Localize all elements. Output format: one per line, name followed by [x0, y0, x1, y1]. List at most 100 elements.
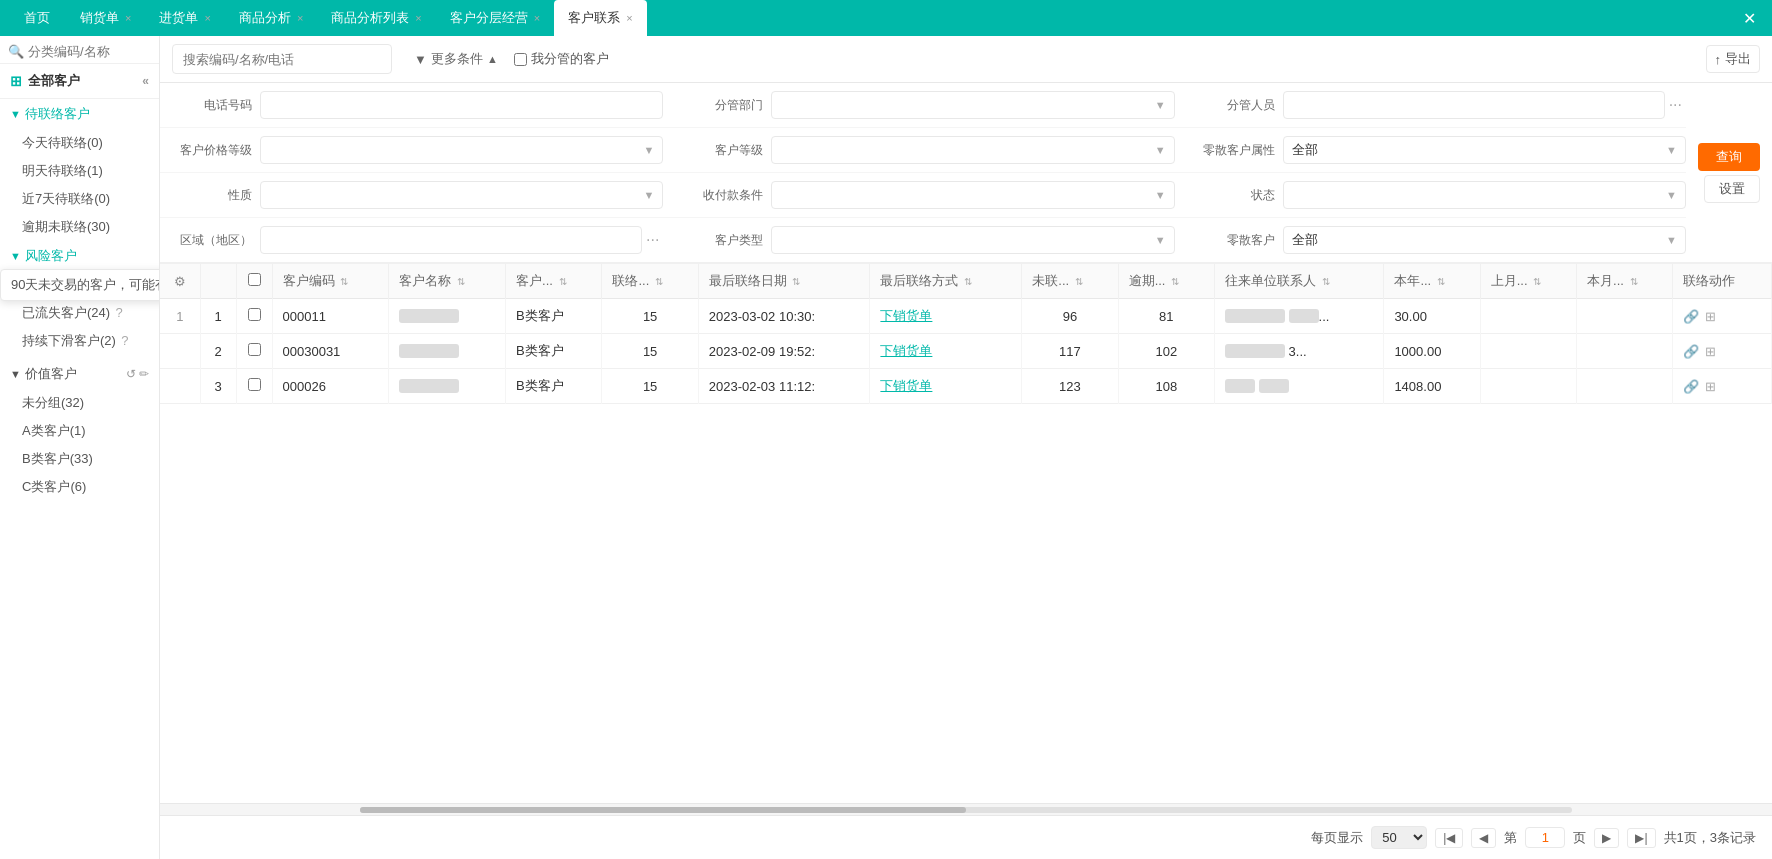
payment-select[interactable]: ▼ [771, 181, 1174, 209]
my-customers-checkbox-label[interactable]: 我分管的客户 [514, 50, 609, 68]
close-purchase-order-icon[interactable]: × [204, 12, 210, 24]
row3-last-method[interactable]: 下销货单 [870, 369, 1022, 404]
scrollbar-thumb[interactable] [360, 807, 966, 813]
this-year-column-header[interactable]: 本年... ⇅ [1384, 264, 1480, 299]
row2-grid-icon[interactable]: ⊞ [1705, 344, 1716, 359]
close-product-analysis-icon[interactable]: × [297, 12, 303, 24]
gear-column-header[interactable]: ⚙ [160, 264, 200, 299]
scrollbar-track[interactable] [360, 807, 1572, 813]
per-page-select[interactable]: 50 20 100 [1371, 826, 1427, 849]
filter-retail-customer: 零散客户 全部 ▼ [1183, 226, 1686, 254]
row3-link-icon[interactable]: 🔗 [1683, 379, 1699, 394]
sidebar-item-c-class[interactable]: C类客户(6) [0, 473, 159, 501]
overdue-column-header[interactable]: 逾期... ⇅ [1118, 264, 1214, 299]
my-customers-checkbox[interactable] [514, 53, 527, 66]
more-conditions-button[interactable]: ▼ 更多条件 ▲ [406, 44, 506, 74]
customer-code-column-header[interactable]: 客户编码 ⇅ [272, 264, 389, 299]
last-page-button[interactable]: ▶| [1627, 828, 1655, 848]
row3-checkbox[interactable] [248, 378, 261, 391]
tab-customer-tier[interactable]: 客户分层经营 × [436, 0, 554, 36]
settings-button[interactable]: 设置 [1704, 175, 1760, 203]
sidebar-item-unassigned[interactable]: 未分组(32) [0, 389, 159, 417]
sidebar-item-churned[interactable]: 已流失客户(24) ? [0, 299, 159, 327]
retail-customer-select[interactable]: 全部 ▼ [1283, 226, 1686, 254]
sidebar-all-customers[interactable]: ⊞ 全部客户 « [0, 64, 159, 99]
sidebar-item-7days-contact[interactable]: 近7天待联络(0) [0, 185, 159, 213]
unit-contact-column-header[interactable]: 往来单位联系人 ⇅ [1214, 264, 1383, 299]
arrow-down-risk-icon: ▼ [10, 250, 21, 262]
row1-last-method[interactable]: 下销货单 [870, 299, 1022, 334]
prev-page-button[interactable]: ◀ [1471, 828, 1496, 848]
phone-input[interactable] [260, 91, 663, 119]
this-month-column-header[interactable]: 本月... ⇅ [1577, 264, 1673, 299]
row1-this-month [1577, 299, 1673, 334]
row3-checkbox-cell[interactable] [236, 369, 272, 404]
dept-select[interactable]: ▼ [771, 91, 1174, 119]
region-more-icon[interactable]: ··· [642, 231, 663, 249]
sidebar-group-risk[interactable]: ▼ 风险客户 [0, 241, 159, 271]
close-customer-contact-icon[interactable]: × [626, 12, 632, 24]
row1-checkbox[interactable] [248, 308, 261, 321]
customer-tier-select[interactable]: ▼ [771, 136, 1174, 164]
tab-home[interactable]: 首页 [8, 0, 66, 36]
last-month-column-header[interactable]: 上月... ⇅ [1480, 264, 1576, 299]
no-contact-column-header[interactable]: 未联... ⇅ [1022, 264, 1118, 299]
row2-last-method[interactable]: 下销货单 [870, 334, 1022, 369]
sidebar-item-overdue-contact[interactable]: 逾期未联络(30) [0, 213, 159, 241]
query-button[interactable]: 查询 [1698, 143, 1760, 171]
close-customer-tier-icon[interactable]: × [534, 12, 540, 24]
row1-link-icon[interactable]: 🔗 [1683, 309, 1699, 324]
customer-name-column-header[interactable]: 客户名称 ⇅ [389, 264, 506, 299]
row1-seq: 1 [160, 299, 200, 334]
sidebar-group-value[interactable]: ▼ 价值客户 ↺ ✏ [0, 359, 159, 389]
tab-product-analysis-list[interactable]: 商品分析列表 × [317, 0, 435, 36]
retail-attr-select[interactable]: 全部 ▼ [1283, 136, 1686, 164]
row1-checkbox-cell[interactable] [236, 299, 272, 334]
row2-link-icon[interactable]: 🔗 [1683, 344, 1699, 359]
contact-column-header[interactable]: 联络... ⇅ [602, 264, 698, 299]
row3-grid-icon[interactable]: ⊞ [1705, 379, 1716, 394]
status-select[interactable]: ▼ [1283, 181, 1686, 209]
search-input[interactable] [172, 44, 392, 74]
tab-purchase-order[interactable]: 进货单 × [145, 0, 224, 36]
customer-type-select[interactable]: ▼ [771, 226, 1174, 254]
region-select[interactable] [260, 226, 642, 254]
export-button[interactable]: ↑ 导出 [1706, 45, 1761, 73]
sidebar-item-tomorrow-contact[interactable]: 明天待联络(1) [0, 157, 159, 185]
next-page-button[interactable]: ▶ [1594, 828, 1619, 848]
row1-grid-icon[interactable]: ⊞ [1705, 309, 1716, 324]
query-buttons: 查询 设置 [1686, 83, 1772, 262]
sidebar-search-input[interactable] [28, 44, 151, 59]
last-contact-date-column-header[interactable]: 最后联络日期 ⇅ [698, 264, 870, 299]
sidebar-item-today-contact[interactable]: 今天待联络(0) [0, 129, 159, 157]
close-product-analysis-list-icon[interactable]: × [415, 12, 421, 24]
payment-chevron-icon: ▼ [1155, 189, 1166, 201]
customer-type-column-header[interactable]: 客户... ⇅ [506, 264, 602, 299]
last-contact-method-column-header[interactable]: 最后联络方式 ⇅ [870, 264, 1022, 299]
tab-product-analysis[interactable]: 商品分析 × [225, 0, 317, 36]
page-number-input[interactable] [1525, 827, 1565, 848]
data-table-area: ⚙ 客户编码 ⇅ 客户名称 ⇅ [160, 264, 1772, 803]
tab-customer-contact[interactable]: 客户联系 × [554, 0, 646, 36]
sidebar-item-a-class[interactable]: A类客户(1) [0, 417, 159, 445]
select-all-checkbox[interactable] [248, 273, 261, 286]
row2-name [389, 334, 506, 369]
tab-sales-order[interactable]: 销货单 × [66, 0, 145, 36]
sidebar-item-b-class[interactable]: B类客户(33) [0, 445, 159, 473]
person-more-icon[interactable]: ··· [1665, 96, 1686, 114]
price-tier-select[interactable]: ▼ [260, 136, 663, 164]
checkbox-column-header[interactable] [236, 264, 272, 299]
sidebar-item-declining[interactable]: 持续下滑客户(2) ? [0, 327, 159, 355]
first-page-button[interactable]: |◀ [1435, 828, 1463, 848]
nature-select[interactable]: ▼ [260, 181, 663, 209]
sidebar-group-pending[interactable]: ▼ 待联络客户 [0, 99, 159, 129]
close-sales-order-icon[interactable]: × [125, 12, 131, 24]
horizontal-scrollbar[interactable] [160, 803, 1772, 815]
row2-checkbox-cell[interactable] [236, 334, 272, 369]
price-tier-chevron-icon: ▼ [643, 144, 654, 156]
row3-contact: 15 [602, 369, 698, 404]
close-all-button[interactable]: ✕ [1735, 9, 1764, 28]
row2-checkbox[interactable] [248, 343, 261, 356]
person-select[interactable] [1283, 91, 1665, 119]
edit-icons[interactable]: ↺ ✏ [126, 367, 149, 381]
